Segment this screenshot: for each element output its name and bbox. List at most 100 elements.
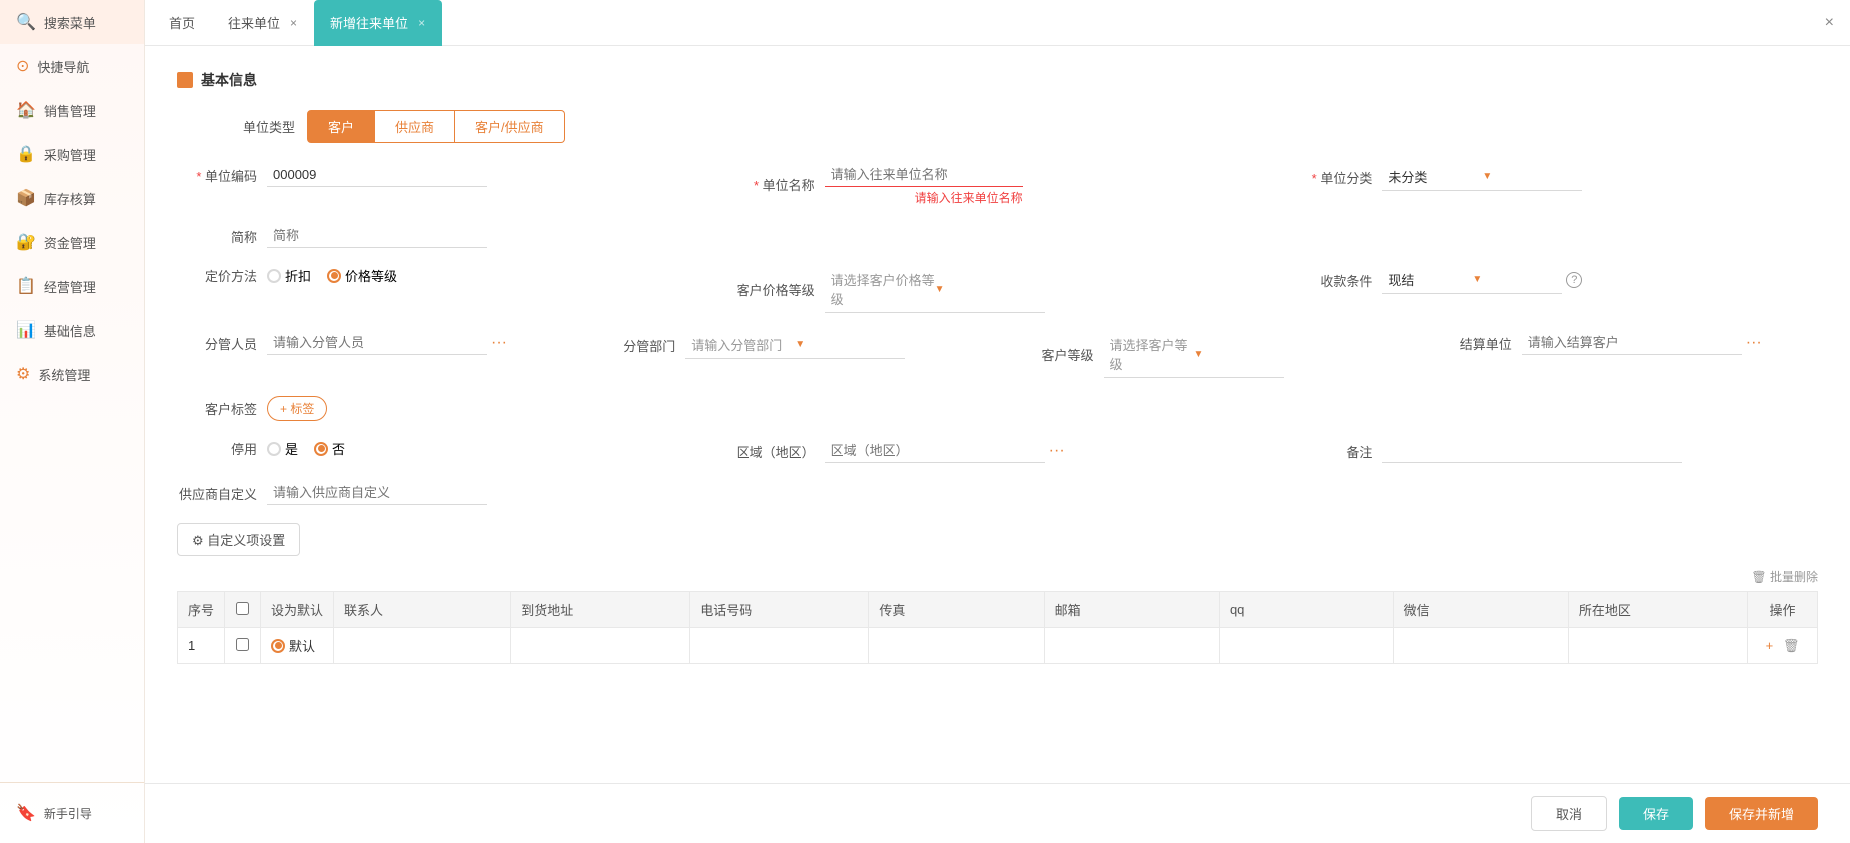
remarks-input[interactable] [1382, 439, 1682, 463]
sidebar-item-sales[interactable]: 🏠 销售管理 [0, 88, 144, 132]
unit-code-field: 单位编码 [177, 163, 703, 187]
sidebar-item-quick-nav[interactable]: ⊙ 快捷导航 [0, 44, 144, 88]
row-phone [690, 628, 869, 664]
sidebar-item-purchase[interactable]: 🔒 采购管理 [0, 132, 144, 176]
pricing-level-option[interactable]: 价格等级 [327, 266, 397, 285]
main-area: 首页 往来单位 × 新增往来单位 × × 基本信息 单位类型 客户 供应商 客户… [145, 0, 1850, 843]
purchase-icon: 🔒 [16, 144, 36, 164]
add-tag-button[interactable]: + 标签 [267, 396, 327, 421]
customer-level-arrow: ▼ [1194, 349, 1278, 360]
sidebar-item-finance[interactable]: 🔐 资金管理 [0, 220, 144, 264]
tab-new-trade-unit[interactable]: 新增往来单位 × [314, 0, 442, 46]
row-fax-input[interactable] [879, 638, 1033, 653]
col-action: 操作 [1748, 592, 1818, 628]
customer-level-select[interactable]: 请选择客户等级 ▼ [1104, 331, 1284, 378]
save-button[interactable]: 保存 [1619, 797, 1693, 830]
manager-more-button[interactable]: ··· [487, 334, 511, 352]
unit-code-label: 单位编码 [177, 166, 267, 185]
pricing-discount-option[interactable]: 折扣 [267, 266, 311, 285]
unit-btn-customer[interactable]: 客户 [307, 110, 375, 143]
form-row-6: 停用 是 否 区域（地区） ··· [177, 439, 1818, 463]
pricing-discount-radio[interactable] [267, 269, 281, 283]
department-label: 分管部门 [595, 336, 685, 355]
disabled-no-radio[interactable] [314, 442, 328, 456]
close-all-tabs-button[interactable]: × [1817, 14, 1842, 32]
unit-btn-supplier[interactable]: 供应商 [375, 110, 455, 143]
custom-settings-button[interactable]: ⚙ 自定义项设置 [177, 523, 300, 556]
home-icon: ⊙ [16, 56, 29, 76]
cancel-button[interactable]: 取消 [1531, 796, 1607, 831]
row-add-button[interactable]: + [1766, 638, 1774, 653]
row-actions: + 🗑 [1748, 628, 1818, 664]
batch-delete-button[interactable]: 🗑 批量删除 [177, 568, 1818, 585]
pricing-method-radio: 折扣 价格等级 [267, 266, 397, 285]
department-field: 分管部门 请输入分管部门 ▼ [595, 331, 981, 359]
payment-terms-help[interactable]: ? [1566, 272, 1582, 288]
tab-trade-units[interactable]: 往来单位 × [212, 0, 314, 46]
col-address: 到货地址 [511, 592, 690, 628]
unit-category-select[interactable]: 未分类 ▼ [1382, 163, 1582, 191]
payment-terms-select[interactable]: 现结 ▼ [1382, 266, 1562, 294]
unit-type-row: 单位类型 客户 供应商 客户/供应商 [177, 110, 1818, 143]
search-icon: 🔍 [16, 12, 36, 32]
close-trade-units-tab[interactable]: × [290, 16, 297, 30]
customer-level-label: 客户等级 [1014, 345, 1104, 364]
supplier-custom-input[interactable] [267, 481, 487, 505]
abbreviation-label: 简称 [177, 227, 267, 246]
unit-category-label: 单位分类 [1292, 168, 1382, 187]
row-contact-input[interactable] [344, 638, 500, 653]
row-email-input[interactable] [1055, 638, 1209, 653]
manager-label: 分管人员 [177, 334, 267, 353]
disabled-yes-radio[interactable] [267, 442, 281, 456]
tab-bar: 首页 往来单位 × 新增往来单位 × × [145, 0, 1850, 46]
disabled-label: 停用 [177, 439, 267, 458]
disabled-radio: 是 否 [267, 439, 345, 458]
row-delete-button[interactable]: 🗑 [1783, 638, 1800, 653]
settlement-unit-label: 结算单位 [1432, 334, 1522, 353]
save-new-button[interactable]: 保存并新增 [1705, 797, 1818, 830]
row-contact [334, 628, 511, 664]
sidebar-item-inventory[interactable]: 📦 库存核算 [0, 176, 144, 220]
guide-icon: 🔖 [16, 803, 36, 823]
sidebar-item-base-info[interactable]: 📊 基础信息 [0, 308, 144, 352]
sidebar-item-search[interactable]: 🔍 搜索菜单 [0, 0, 144, 44]
col-seq: 序号 [178, 592, 225, 628]
region-field: 区域（地区） ··· [735, 439, 1261, 463]
row-qq-input[interactable] [1230, 638, 1383, 653]
region-more-button[interactable]: ··· [1045, 442, 1069, 460]
section-icon [177, 72, 193, 88]
pricing-level-radio[interactable] [327, 269, 341, 283]
sidebar-item-guide[interactable]: 🔖 新手引导 [0, 791, 144, 835]
row-region-input[interactable] [1579, 638, 1737, 653]
abbreviation-input[interactable] [267, 224, 487, 248]
row-default-radio-label[interactable]: 默认 [271, 636, 323, 655]
row-checkbox[interactable] [236, 638, 249, 651]
unit-btn-both[interactable]: 客户/供应商 [455, 110, 565, 143]
col-default: 设为默认 [261, 592, 334, 628]
settlement-unit-input[interactable] [1522, 331, 1742, 355]
row-phone-input[interactable] [700, 638, 858, 653]
row-default-radio[interactable] [271, 639, 285, 653]
close-new-trade-unit-tab[interactable]: × [418, 16, 425, 30]
tab-home[interactable]: 首页 [153, 0, 212, 46]
row-wechat-input[interactable] [1404, 638, 1558, 653]
disabled-no-option[interactable]: 否 [314, 439, 345, 458]
row-address-input[interactable] [521, 638, 679, 653]
department-select[interactable]: 请输入分管部门 ▼ [685, 331, 905, 359]
customer-price-level-select[interactable]: 请选择客户价格等级 ▼ [825, 266, 1045, 313]
unit-code-input[interactable] [267, 163, 487, 187]
supplier-custom-field: 供应商自定义 [177, 481, 1818, 505]
operations-icon: 📋 [16, 276, 36, 296]
disabled-yes-option[interactable]: 是 [267, 439, 298, 458]
manager-input[interactable] [267, 331, 487, 355]
sidebar-item-operations[interactable]: 📋 经营管理 [0, 264, 144, 308]
form-row-4: 分管人员 ··· 分管部门 请输入分管部门 ▼ 客户等级 请选择客户等级 ▼ [177, 331, 1818, 378]
settlement-unit-more-button[interactable]: ··· [1742, 334, 1766, 352]
pricing-method-label: 定价方法 [177, 266, 267, 285]
sidebar-item-system[interactable]: ⚙ 系统管理 [0, 352, 144, 396]
select-all-checkbox[interactable] [236, 602, 249, 615]
region-input[interactable] [825, 439, 1045, 463]
unit-name-input[interactable] [825, 163, 1023, 187]
form-row-1: 单位编码 单位名称 请输入往来单位名称 单位分类 未分类 ▼ [177, 163, 1818, 206]
region-label: 区域（地区） [735, 442, 825, 461]
